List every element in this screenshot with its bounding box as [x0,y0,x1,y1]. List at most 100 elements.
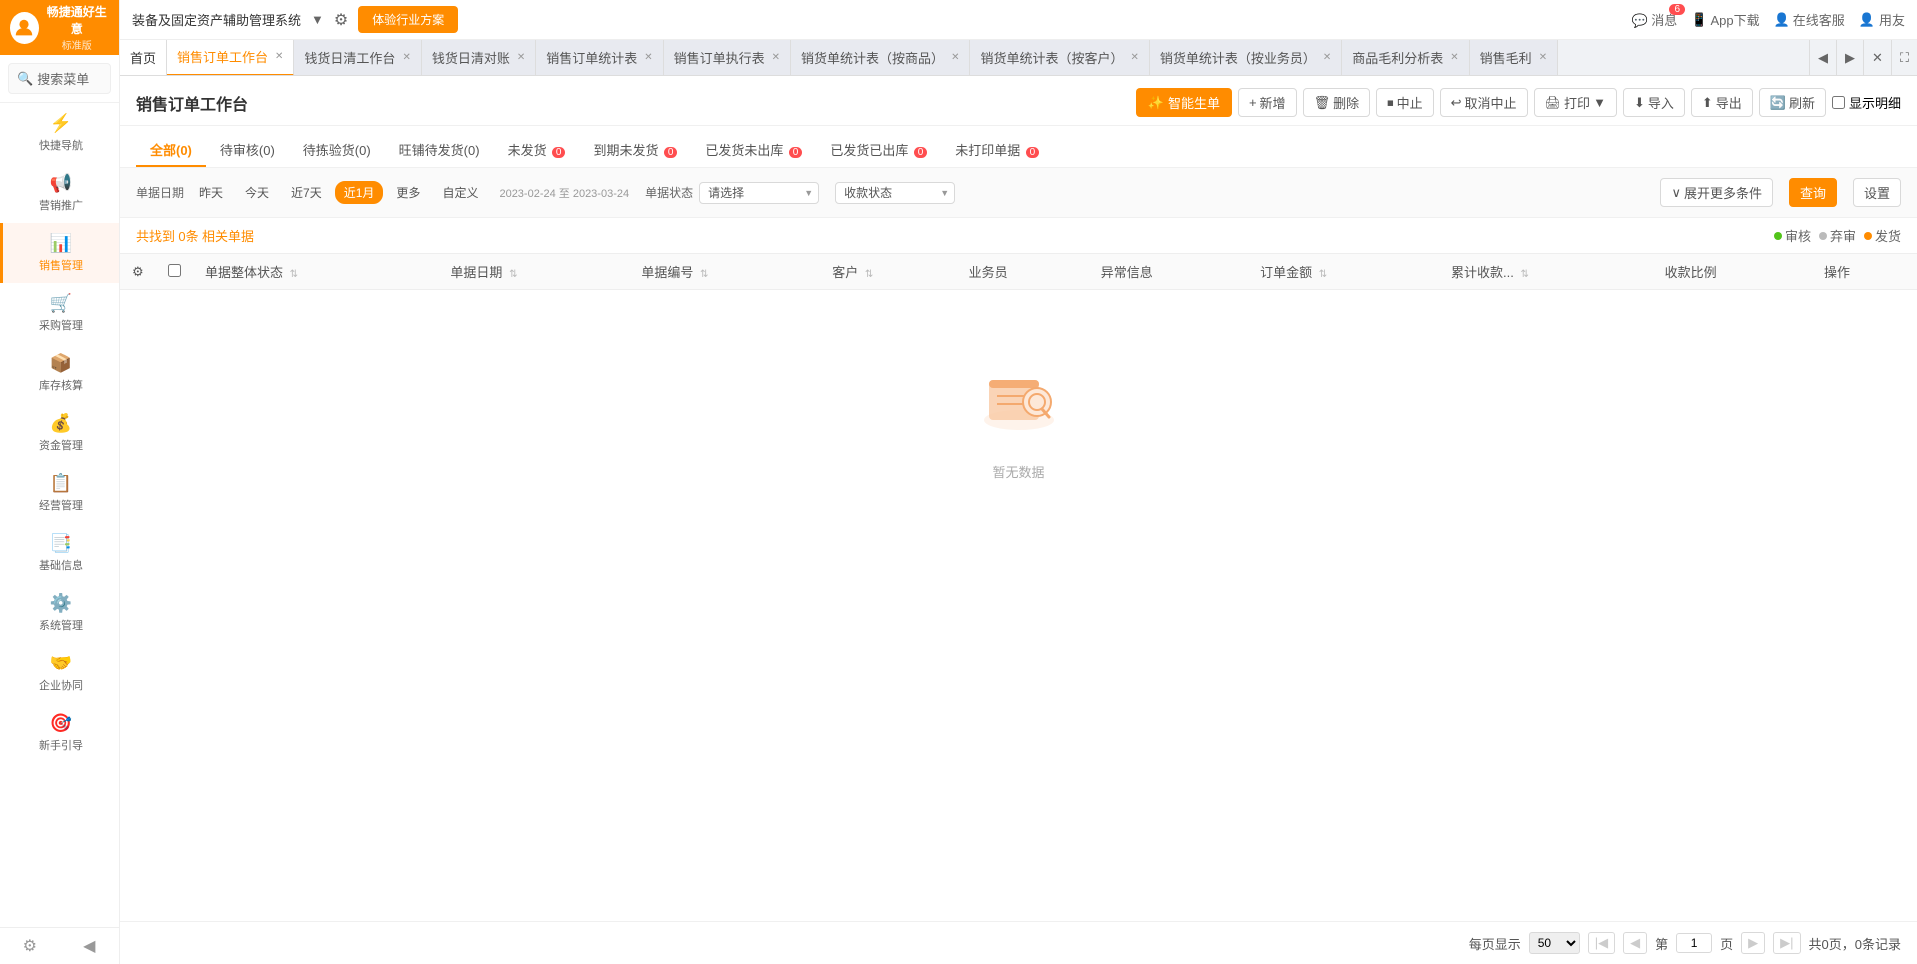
tab-sales-workbench[interactable]: 销售订单工作台 ✕ [167,40,294,76]
expand-more-button[interactable]: ∨ 展开更多条件 [1660,178,1773,207]
app-download-button[interactable]: 📱 App下载 [1691,10,1759,29]
tab-maximize[interactable]: ⛶ [1891,40,1917,76]
tab-sales-summary-product-close[interactable]: ✕ [951,52,959,63]
today-btn[interactable]: 今天 [236,181,278,204]
show-detail-checkbox[interactable] [1832,96,1845,109]
sidebar-item-marketing[interactable]: 📢 营销推广 [0,163,119,223]
more-btn[interactable]: 更多 [387,181,429,204]
refresh-button[interactable]: 🔄 刷新 [1759,88,1826,117]
table-scroll-area[interactable]: ⚙ 单据整体状态 ⇅ 单据日期 ⇅ 单据编号 [120,253,1917,921]
filter-tab-all[interactable]: 全部(0) [136,134,206,167]
tab-sales-summary-staff[interactable]: 销货单统计表（按业务员） ✕ [1150,40,1342,76]
filter-tab-pending-inspect[interactable]: 待拣验货(0) [289,134,385,167]
sidebar-item-purchase[interactable]: 🛒 采购管理 [0,283,119,343]
tab-sales-exec[interactable]: 销售订单执行表 ✕ [664,40,791,76]
operations-icon: 📋 [50,473,72,494]
col-amount[interactable]: 订单金额 ⇅ [1248,254,1439,290]
col-settings[interactable]: ⚙ [120,254,156,290]
smart-create-button[interactable]: ✨ 智能生单 [1136,88,1232,117]
tab-sales-summary-product[interactable]: 销货单统计表（按商品） ✕ [791,40,970,76]
export-button[interactable]: ⬆ 导出 [1691,88,1753,117]
search-menu-button[interactable]: 🔍 搜索菜单 [8,63,111,94]
col-collected[interactable]: 累计收款... ⇅ [1439,254,1653,290]
tab-scroll-right[interactable]: ▶ [1836,40,1863,76]
page-size-select[interactable]: 50 10 20 100 [1529,932,1580,954]
page-number-input[interactable] [1676,933,1712,953]
sidebar-settings-button[interactable]: ⚙ [0,928,60,964]
sidebar-item-sales[interactable]: 📊 销售管理 [0,223,119,283]
col-status[interactable]: 单据整体状态 ⇅ [193,254,438,290]
ship-button[interactable]: 发货 [1864,226,1901,245]
last-page-button[interactable]: ▶| [1773,932,1800,954]
tab-close-all[interactable]: ✕ [1863,40,1891,76]
tab-cash-reconcile[interactable]: 钱货日清对账 ✕ [422,40,536,76]
col-checkbox[interactable] [156,254,193,290]
trial-button[interactable]: 体验行业方案 [358,6,458,33]
col-number[interactable]: 单据编号 ⇅ [629,254,820,290]
col-date[interactable]: 单据日期 ⇅ [438,254,629,290]
settings-button[interactable]: 设置 [1853,178,1901,207]
sidebar-item-finance[interactable]: 💰 资金管理 [0,403,119,463]
sidebar-item-inventory[interactable]: 📦 库存核算 [0,343,119,403]
tab-sales-summary-staff-close[interactable]: ✕ [1323,52,1331,63]
tab-cash-daily[interactable]: 钱货日清工作台 ✕ [294,40,421,76]
import-button[interactable]: ⬇ 导入 [1623,88,1685,117]
filter-tab-not-shipped[interactable]: 未发货 0 [494,134,580,167]
sidebar-item-system[interactable]: ⚙️ 系统管理 [0,583,119,643]
tab-sales-workbench-close[interactable]: ✕ [275,51,283,62]
payment-status-select[interactable]: 收款状态 [835,182,955,204]
filter-tab-not-printed[interactable]: 未打印单据 0 [941,134,1053,167]
col-staff[interactable]: 业务员 [957,254,1089,290]
tab-sales-summary-customer-close[interactable]: ✕ [1130,52,1138,63]
status-select[interactable]: 请选择 [699,182,819,204]
date-filter-group: 单据日期 昨天 今天 近7天 近1月 更多 自定义 2023-02-24 至 2… [136,181,629,204]
stop-button[interactable]: ⏹ 中止 [1376,88,1434,117]
filter-tab-shipped-not-out[interactable]: 已发货未出库 0 [691,134,816,167]
tab-sales-stats-close[interactable]: ✕ [644,52,652,63]
custom-btn[interactable]: 自定义 [433,181,487,204]
select-all-checkbox[interactable] [168,264,181,277]
sidebar-item-operations[interactable]: 📋 经营管理 [0,463,119,523]
online-service-button[interactable]: 👤 在线客服 [1774,10,1845,29]
message-button[interactable]: 💬 6 消息 [1631,10,1677,29]
audit-button[interactable]: 审核 [1774,226,1811,245]
sidebar-collapse-button[interactable]: ◀ [60,928,120,964]
tab-cash-reconcile-close[interactable]: ✕ [517,52,525,63]
cancel-stop-button[interactable]: ↩ 取消中止 [1440,88,1528,117]
tab-sales-profit-close[interactable]: ✕ [1539,52,1547,63]
tab-gross-profit[interactable]: 商品毛利分析表 ✕ [1342,40,1469,76]
topbar-dropdown-icon[interactable]: ▼ [311,12,324,27]
user-menu[interactable]: 👤 用友 [1859,10,1905,29]
add-button[interactable]: + 新增 [1238,88,1297,117]
filter-tab-overdue[interactable]: 到期未发货 0 [579,134,691,167]
last7-btn[interactable]: 近7天 [282,181,331,204]
first-page-button[interactable]: |◀ [1588,932,1615,954]
page-header: 销售订单工作台 ✨ 智能生单 + 新增 🗑 删除 ⏹ 中止 [120,76,1917,126]
delete-button[interactable]: 🗑 删除 [1303,88,1371,117]
tab-sales-profit[interactable]: 销售毛利 ✕ [1470,40,1558,76]
tab-home[interactable]: 首页 [120,40,167,76]
col-customer[interactable]: 客户 ⇅ [820,254,956,290]
tab-scroll-left[interactable]: ◀ [1809,40,1836,76]
tab-cash-daily-close[interactable]: ✕ [402,52,410,63]
filter-tab-pending-review[interactable]: 待审核(0) [206,134,289,167]
tab-sales-exec-close[interactable]: ✕ [772,52,780,63]
topbar-settings-icon[interactable]: ⚙ [334,10,348,30]
sidebar-item-enterprise[interactable]: 🤝 企业协同 [0,643,119,703]
sidebar-item-base[interactable]: 📑 基础信息 [0,523,119,583]
sidebar-item-guide[interactable]: 🎯 新手引导 [0,703,119,763]
show-detail-checkbox-group[interactable]: 显示明细 [1832,93,1901,112]
yesterday-btn[interactable]: 昨天 [190,181,232,204]
next-page-button[interactable]: ▶ [1741,932,1765,954]
print-button[interactable]: 🖨 打印 ▼ [1534,88,1617,117]
filter-tab-wangpu[interactable]: 旺铺待发货(0) [385,134,494,167]
sidebar-item-quick-nav[interactable]: ⚡ 快捷导航 [0,103,119,163]
tab-gross-profit-close[interactable]: ✕ [1450,52,1458,63]
filter-tab-shipped-out[interactable]: 已发货已出库 0 [816,134,941,167]
cancel-audit-button[interactable]: 弃审 [1819,226,1856,245]
prev-page-button[interactable]: ◀ [1623,932,1647,954]
tab-sales-summary-customer[interactable]: 销货单统计表（按客户） ✕ [970,40,1149,76]
query-button[interactable]: 查询 [1789,178,1837,207]
last1month-btn[interactable]: 近1月 [335,181,384,204]
tab-sales-stats[interactable]: 销售订单统计表 ✕ [536,40,663,76]
